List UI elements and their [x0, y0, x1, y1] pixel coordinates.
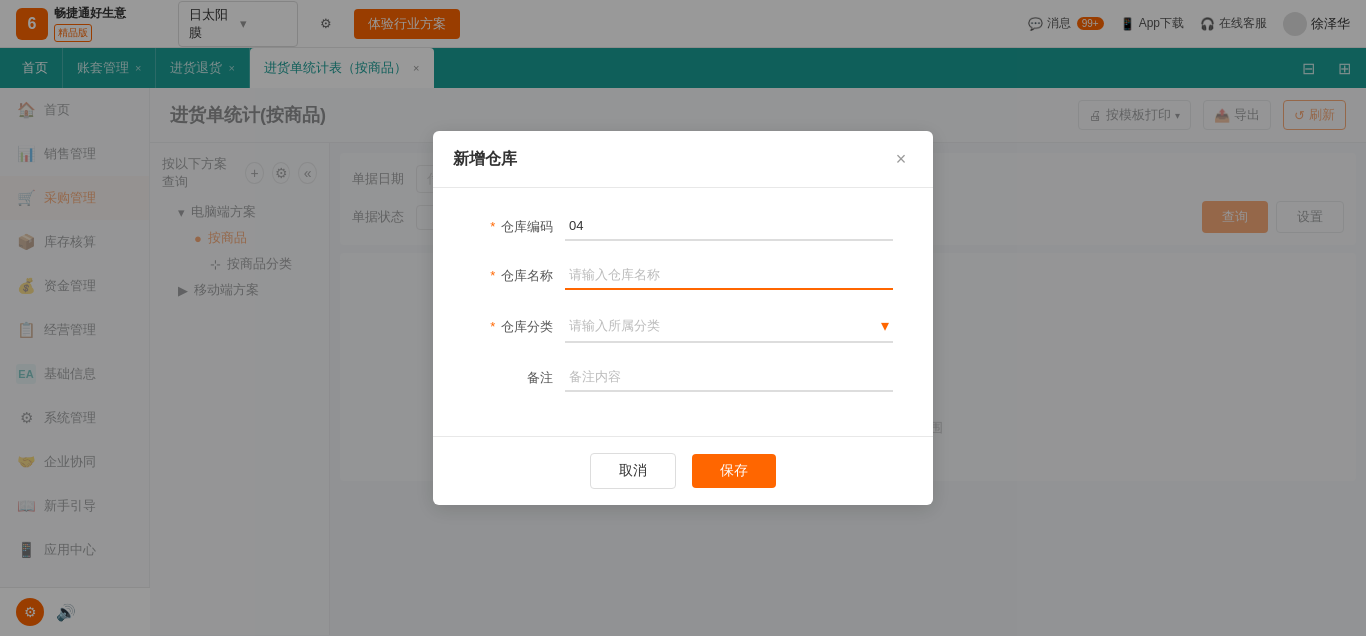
add-warehouse-modal: 新增仓库 × * 仓库编码 * 仓库名称	[433, 131, 933, 505]
category-dropdown-icon: ▾	[881, 316, 889, 335]
modal-footer: 取消 保存	[433, 436, 933, 505]
form-row-code: * 仓库编码	[473, 212, 893, 241]
name-label: * 仓库名称	[473, 267, 553, 285]
form-row-note: 备注	[473, 363, 893, 392]
note-input[interactable]	[565, 363, 893, 392]
name-input[interactable]	[565, 261, 893, 290]
save-button[interactable]: 保存	[692, 454, 776, 488]
note-label: 备注	[473, 369, 553, 387]
category-placeholder: 请输入所属分类	[569, 317, 660, 335]
modal-close-button[interactable]: ×	[889, 147, 913, 171]
modal-overlay[interactable]: 新增仓库 × * 仓库编码 * 仓库名称	[0, 0, 1366, 636]
modal-header: 新增仓库 ×	[433, 131, 933, 188]
modal-body: * 仓库编码 * 仓库名称 * 仓库分类 请输入	[433, 188, 933, 436]
cancel-button[interactable]: 取消	[590, 453, 676, 489]
form-row-category: * 仓库分类 请输入所属分类 ▾	[473, 310, 893, 343]
code-label: * 仓库编码	[473, 218, 553, 236]
modal-title: 新增仓库	[453, 149, 517, 170]
category-label: * 仓库分类	[473, 318, 553, 336]
form-row-name: * 仓库名称	[473, 261, 893, 290]
code-input[interactable]	[565, 212, 893, 241]
category-select[interactable]: 请输入所属分类 ▾	[565, 310, 893, 343]
